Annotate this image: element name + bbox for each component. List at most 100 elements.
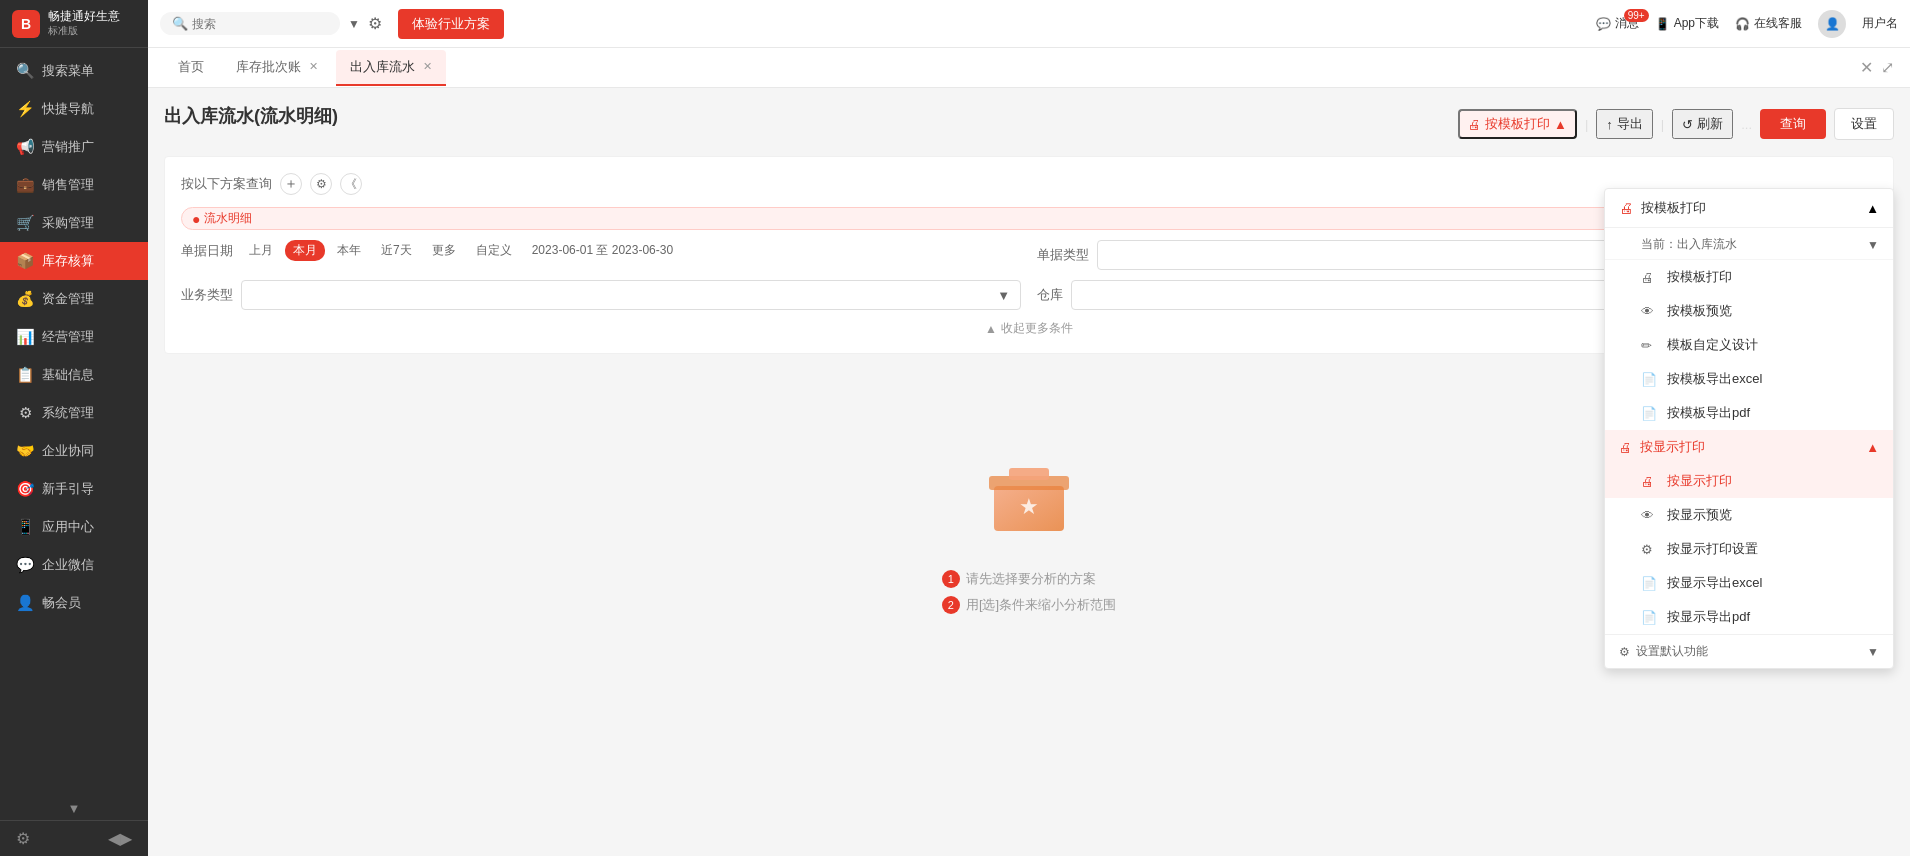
chip-icon: ●: [192, 211, 200, 227]
app-version: 标准版: [48, 24, 120, 38]
avatar[interactable]: 👤: [1818, 10, 1846, 38]
tab-inventory-flow[interactable]: 出入库流水 ✕: [336, 50, 446, 86]
topbar-right: 💬 消息 99+ 📱 App下载 🎧 在线客服 👤 用户名: [1596, 10, 1898, 38]
query-btn[interactable]: 查询: [1760, 109, 1826, 139]
print-template-btn[interactable]: 🖨 按模板打印 ▲: [1458, 109, 1577, 139]
sidebar-item-marketing[interactable]: 📢 营销推广: [0, 128, 148, 166]
sidebar-item-label: 经营管理: [42, 328, 94, 346]
sidebar-item-label: 搜索菜单: [42, 62, 94, 80]
dp-item-display-print[interactable]: 🖨 按显示打印: [1605, 464, 1893, 498]
filter-settings-btn[interactable]: ⚙: [310, 173, 332, 195]
refresh-btn[interactable]: ↺ 刷新: [1672, 109, 1733, 139]
date-option-custom[interactable]: 自定义: [468, 240, 520, 261]
sidebar-item-label: 畅会员: [42, 594, 81, 612]
search-icon: 🔍: [16, 62, 34, 80]
pdf-icon: 📄: [1641, 406, 1657, 421]
filter-field-date: 单据日期 上月 本月 本年 近7天 更多 自定义 2023-06-01 至 20…: [181, 240, 1021, 261]
tab-close-flow[interactable]: ✕: [423, 60, 432, 73]
sidebar-item-inventory[interactable]: 📦 库存核算: [0, 242, 148, 280]
warehouse-field-label: 仓库: [1037, 286, 1063, 304]
sidebar-scroll-down[interactable]: ▼: [0, 797, 148, 820]
tab-close-icon[interactable]: ✕: [1860, 58, 1873, 77]
chevron-down-icon: ▼: [1867, 645, 1879, 659]
topbar-actions: ▼ ⚙ 体验行业方案: [348, 9, 504, 39]
date-option-7days[interactable]: 近7天: [373, 240, 420, 261]
sidebar-item-label: 销售管理: [42, 176, 94, 194]
footer-icon: ⚙: [1619, 645, 1630, 659]
dp-header[interactable]: 🖨 按模板打印 ▲: [1605, 189, 1893, 228]
sidebar-item-label: 基础信息: [42, 366, 94, 384]
sidebar-item-search[interactable]: 🔍 搜索菜单: [0, 52, 148, 90]
sidebar-item-guide[interactable]: 🎯 新手引导: [0, 470, 148, 508]
dp-item-template-pdf[interactable]: 📄 按模板导出pdf: [1605, 396, 1893, 430]
sidebar-item-finance[interactable]: 💰 资金管理: [0, 280, 148, 318]
filter-collapse-btn[interactable]: 《: [340, 173, 362, 195]
dp-current-label: 当前：出入库流水: [1641, 236, 1737, 253]
sidebar-item-app-center[interactable]: 📱 应用中心: [0, 508, 148, 546]
dp-item-display-excel[interactable]: 📄 按显示导出excel: [1605, 566, 1893, 600]
topbar-app-download[interactable]: 📱 App下载: [1655, 15, 1719, 32]
sidebar-nav: 🔍 搜索菜单 ⚡ 快捷导航 📢 营销推广 💼 销售管理 🛒 采购管理 📦 库存核…: [0, 48, 148, 797]
logo-icon: B: [12, 10, 40, 38]
topbar-search-box[interactable]: 🔍: [160, 12, 340, 35]
dropdown-panel: 🖨 按模板打印 ▲ 当前：出入库流水 ▼ 🖨 按模板打印 👁 按模板预览 ✏: [1604, 188, 1894, 669]
guide-icon: 🎯: [16, 480, 34, 498]
export-btn[interactable]: ↑ 导出: [1596, 109, 1653, 139]
business-field-label: 业务类型: [181, 286, 233, 304]
dp-item-template-design[interactable]: ✏ 模板自定义设计: [1605, 328, 1893, 362]
filter-field-business: 业务类型 ▼: [181, 280, 1021, 310]
app-name: 畅捷通好生意: [48, 9, 120, 25]
shortcut-icon: ⚡: [16, 100, 34, 118]
topbar-service[interactable]: 🎧 在线客服: [1735, 15, 1802, 32]
industry-btn[interactable]: 体验行业方案: [398, 9, 504, 39]
topbar-gear-icon[interactable]: ⚙: [368, 14, 382, 33]
dp-item-template-excel[interactable]: 📄 按模板导出excel: [1605, 362, 1893, 396]
sidebar-item-operations[interactable]: 📊 经营管理: [0, 318, 148, 356]
content-area: 出入库流水(流水明细) 🖨 按模板打印 ▲ | ↑ 导出 | ↺ 刷新 ...: [148, 88, 1910, 856]
date-option-this-year[interactable]: 本年: [329, 240, 369, 261]
sidebar-item-label: 企业协同: [42, 442, 94, 460]
settings-bottom-icon[interactable]: ⚙: [16, 829, 30, 848]
sidebar-item-label: 营销推广: [42, 138, 94, 156]
business-select[interactable]: ▼: [241, 280, 1021, 310]
filter-add-btn[interactable]: ＋: [280, 173, 302, 195]
sidebar-item-sales[interactable]: 💼 销售管理: [0, 166, 148, 204]
chevron-down-icon: ▼: [997, 288, 1010, 303]
enterprise-icon: 🤝: [16, 442, 34, 460]
tab-close-batch[interactable]: ✕: [309, 60, 318, 73]
date-option-last-month[interactable]: 上月: [241, 240, 281, 261]
phone-icon: 📱: [1655, 17, 1670, 31]
username[interactable]: 用户名: [1862, 15, 1898, 32]
sidebar-item-label: 库存核算: [42, 252, 94, 270]
date-option-this-month[interactable]: 本月: [285, 240, 325, 261]
search-input[interactable]: [192, 17, 312, 31]
date-option-more[interactable]: 更多: [424, 240, 464, 261]
dp-item-display-pdf[interactable]: 📄 按显示导出pdf: [1605, 600, 1893, 634]
dp-item-display-settings[interactable]: ⚙ 按显示打印设置: [1605, 532, 1893, 566]
sidebar-item-member[interactable]: 👤 畅会员: [0, 584, 148, 622]
export-icon: ↑: [1606, 117, 1613, 132]
sidebar-item-shortcut[interactable]: ⚡ 快捷导航: [0, 90, 148, 128]
dp-item-template-print[interactable]: 🖨 按模板打印: [1605, 260, 1893, 294]
collapse-sidebar-icon[interactable]: ◀▶: [108, 829, 132, 848]
print-icon: 🖨: [1468, 117, 1481, 132]
sidebar-item-enterprise[interactable]: 🤝 企业协同: [0, 432, 148, 470]
dp-footer[interactable]: ⚙ 设置默认功能 ▼: [1605, 634, 1893, 668]
tab-expand-icon[interactable]: ⤢: [1881, 58, 1894, 77]
tab-batch-account[interactable]: 库存批次账 ✕: [222, 50, 332, 86]
sidebar-item-purchase[interactable]: 🛒 采购管理: [0, 204, 148, 242]
dp-item-display-preview[interactable]: 👁 按显示预览: [1605, 498, 1893, 532]
dp-section-display[interactable]: 🖨 按显示打印 ▲: [1605, 430, 1893, 464]
dp-item-template-preview[interactable]: 👁 按模板预览: [1605, 294, 1893, 328]
topbar-msg[interactable]: 💬 消息 99+: [1596, 15, 1639, 32]
sidebar-item-system[interactable]: ⚙ 系统管理: [0, 394, 148, 432]
settings-btn[interactable]: 设置: [1834, 108, 1894, 140]
sidebar-item-label: 资金管理: [42, 290, 94, 308]
empty-tip-1: 1 请先选择要分析的方案: [942, 566, 1116, 592]
sidebar-item-wechat[interactable]: 💬 企业微信: [0, 546, 148, 584]
topbar-chevron-icon[interactable]: ▼: [348, 17, 360, 31]
sidebar-item-basic[interactable]: 📋 基础信息: [0, 356, 148, 394]
tab-home[interactable]: 首页: [164, 50, 218, 86]
dp-current[interactable]: 当前：出入库流水 ▼: [1605, 228, 1893, 260]
design-icon: ✏: [1641, 338, 1657, 353]
